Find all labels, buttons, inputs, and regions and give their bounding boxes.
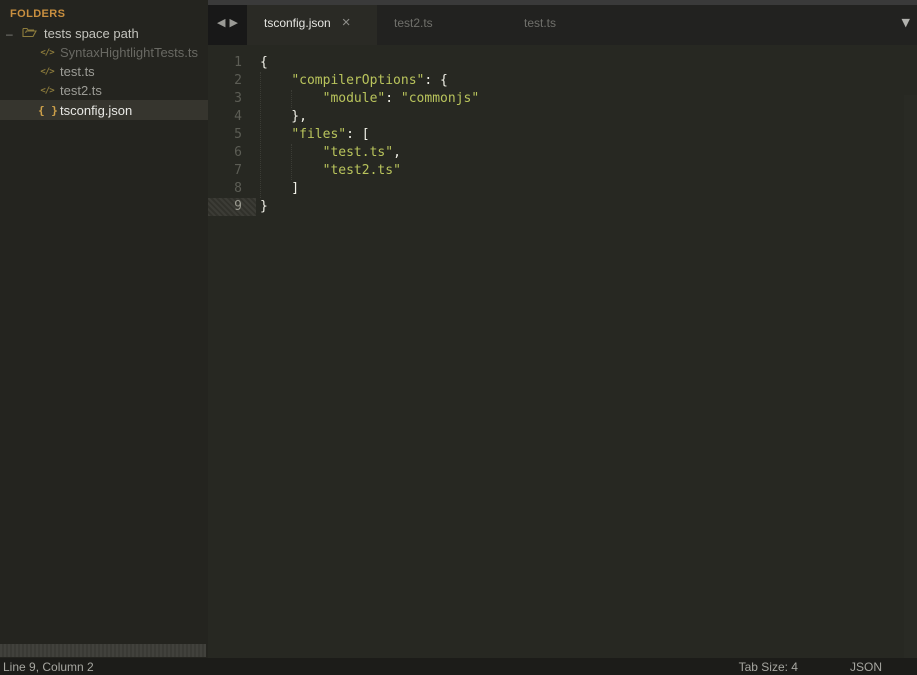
line-number: 4 <box>208 108 256 126</box>
code-text: }, <box>260 108 307 126</box>
folder-row-tests-space-path[interactable]: – tests space path <box>0 24 208 43</box>
line-number: 6 <box>208 144 256 162</box>
code-line-4[interactable]: 4 }, <box>208 108 917 126</box>
code-line-5[interactable]: 5 "files": [ <box>208 126 917 144</box>
file-row-test.ts[interactable]: </> test.ts <box>0 62 208 81</box>
tab-size-status[interactable]: Tab Size: 4 <box>739 660 798 674</box>
typescript-file-icon: </> <box>38 67 56 77</box>
code-text: { <box>260 54 268 72</box>
line-number: 3 <box>208 90 256 108</box>
sidebar: FOLDERS – tests space path </> SyntaxHigh… <box>0 0 208 658</box>
file-row-tsconfig.json[interactable]: { } tsconfig.json <box>0 100 208 120</box>
status-right: Tab Size: 4 JSON <box>739 660 917 674</box>
folder-tree: – tests space path </> SyntaxHightlightTe… <box>0 24 208 120</box>
file-label: test.ts <box>60 64 95 79</box>
line-number: 1 <box>208 54 256 72</box>
sidebar-horizontal-scrollbar[interactable] <box>0 644 206 657</box>
code-text: "files": [ <box>260 126 370 144</box>
tabs-strip: tsconfig.json × test2.ts test.ts <box>247 0 637 45</box>
code-lines: 1{2 "compilerOptions": {3 "module": "com… <box>208 54 917 216</box>
code-text: "compilerOptions": { <box>260 72 448 90</box>
next-tab-arrow-icon[interactable]: ▶ <box>230 16 238 29</box>
close-tab-icon[interactable]: × <box>342 17 351 29</box>
minimap[interactable] <box>904 95 917 675</box>
collapse-icon[interactable]: – <box>6 27 22 41</box>
file-label: test2.ts <box>60 83 102 98</box>
typescript-file-icon: </> <box>38 48 56 58</box>
tab-label: tsconfig.json <box>264 16 331 30</box>
sublime-text-window: FOLDERS – tests space path </> SyntaxHigh… <box>0 0 917 675</box>
main-area: ◀ ▶ tsconfig.json × test2.ts test.ts ▼ 1{2 … <box>208 0 917 675</box>
code-line-7[interactable]: 7 "test2.ts" <box>208 162 917 180</box>
code-line-9[interactable]: 9} <box>208 198 917 216</box>
tab-test2.ts[interactable]: test2.ts <box>377 0 507 45</box>
prev-tab-arrow-icon[interactable]: ◀ <box>217 16 225 29</box>
line-number: 2 <box>208 72 256 90</box>
line-number: 9 <box>208 198 256 216</box>
typescript-file-icon: </> <box>38 86 56 96</box>
code-line-6[interactable]: 6 "test.ts", <box>208 144 917 162</box>
file-row-test2.ts[interactable]: </> test2.ts <box>0 81 208 100</box>
caret-position-status: Line 9, Column 2 <box>0 660 739 674</box>
json-braces-icon: { } <box>38 104 56 117</box>
tab-label: test2.ts <box>394 16 433 30</box>
code-text: } <box>260 198 268 216</box>
open-folder-icon <box>22 26 37 41</box>
file-row-SyntaxHightlightTests.ts[interactable]: </> SyntaxHightlightTests.ts <box>0 43 208 62</box>
code-text: "test.ts", <box>260 144 401 162</box>
file-list: </>SyntaxHightlightTests.ts</>test.ts</>… <box>0 43 208 120</box>
indent-guide <box>291 90 292 108</box>
code-text: ] <box>260 180 299 198</box>
indent-guide <box>291 144 292 180</box>
line-number: 7 <box>208 162 256 180</box>
folders-header: FOLDERS <box>0 0 208 24</box>
tab-overflow-icon[interactable]: ▼ <box>902 16 910 29</box>
code-editor[interactable]: 1{2 "compilerOptions": {3 "module": "com… <box>208 45 917 658</box>
code-line-8[interactable]: 8 ] <box>208 180 917 198</box>
code-line-1[interactable]: 1{ <box>208 54 917 72</box>
tab-label: test.ts <box>524 16 556 30</box>
tab-test.ts[interactable]: test.ts <box>507 0 637 45</box>
code-text: "module": "commonjs" <box>260 90 479 108</box>
line-number: 5 <box>208 126 256 144</box>
status-bar: Line 9, Column 2 Tab Size: 4 JSON <box>0 658 917 675</box>
file-label: tsconfig.json <box>60 103 132 118</box>
folder-name: tests space path <box>44 26 139 41</box>
tab-tsconfig.json[interactable]: tsconfig.json × <box>247 0 377 45</box>
code-line-3[interactable]: 3 "module": "commonjs" <box>208 90 917 108</box>
file-label: SyntaxHightlightTests.ts <box>60 45 198 60</box>
code-line-2[interactable]: 2 "compilerOptions": { <box>208 72 917 90</box>
tab-nav: ◀ ▶ <box>208 0 247 45</box>
line-number: 8 <box>208 180 256 198</box>
tab-bar: ◀ ▶ tsconfig.json × test2.ts test.ts ▼ <box>208 0 917 45</box>
code-text: "test2.ts" <box>260 162 401 180</box>
indent-guide <box>260 72 261 198</box>
syntax-status[interactable]: JSON <box>850 660 882 674</box>
